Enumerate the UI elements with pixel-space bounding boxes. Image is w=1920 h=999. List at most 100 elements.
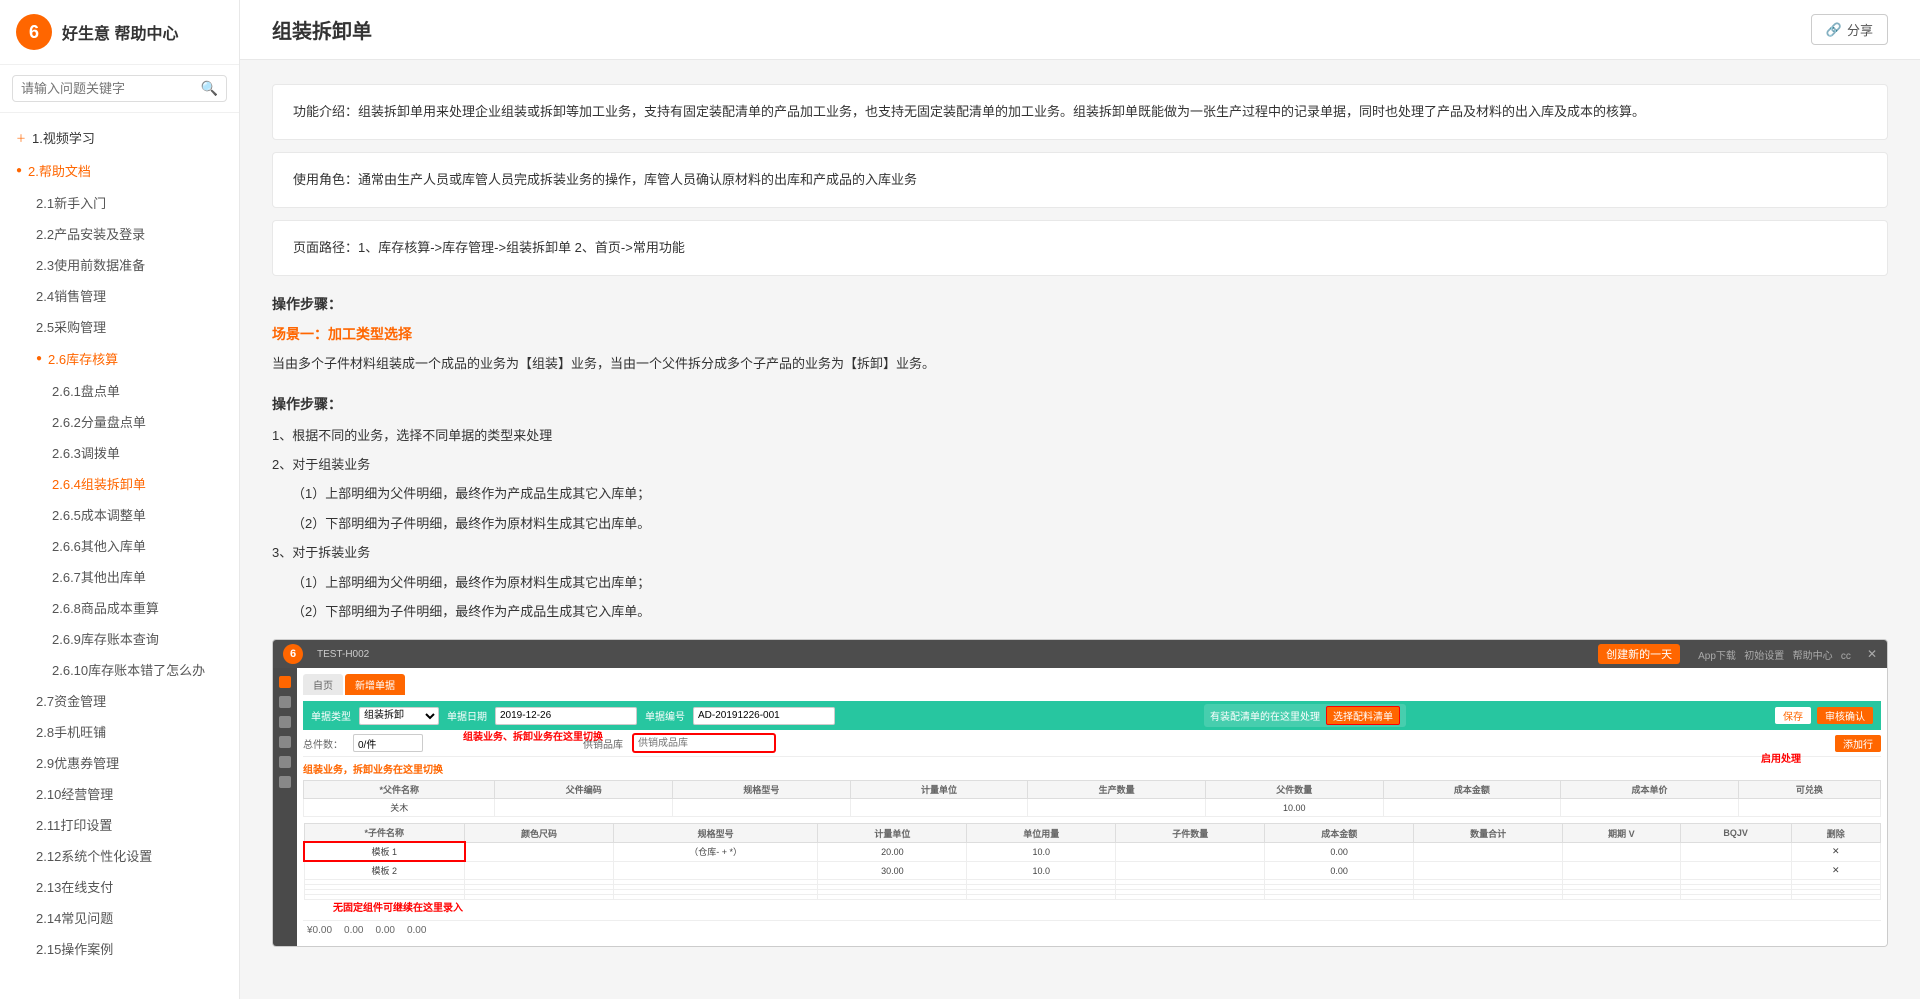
- mock-td-code: [495, 799, 673, 817]
- sidebar-item-print[interactable]: 2.11打印设置: [0, 809, 239, 840]
- sidebar-item-faq[interactable]: 2.14常见问题: [0, 902, 239, 933]
- mock-th-parent-code: 父件编码: [495, 781, 673, 799]
- mock-store-input[interactable]: [633, 734, 775, 752]
- mock-th-parent-name: *父件名称: [304, 781, 495, 799]
- mock-cnt-input[interactable]: [353, 734, 423, 752]
- mock-td-qty: 10.00: [1205, 799, 1383, 817]
- mock-date-input[interactable]: [495, 707, 637, 725]
- mock-lth-del: 删除: [1791, 824, 1880, 843]
- mock-ltd-spec2: [613, 861, 817, 880]
- mock-ltd-color1: [465, 842, 614, 861]
- sidebar-item-system-config[interactable]: 2.12系统个性化设置: [0, 840, 239, 871]
- mock-ltd-del2[interactable]: ✕: [1791, 861, 1880, 880]
- mock-ltd-unit1: 20.00: [818, 842, 967, 861]
- sidebar-item-finance[interactable]: 2.7资金管理: [0, 685, 239, 716]
- share-button[interactable]: 🔗 分享: [1811, 14, 1888, 45]
- mock-add-row-btn[interactable]: 添加行: [1835, 735, 1881, 752]
- mock-nav-icon-1: [279, 676, 291, 688]
- sidebar-item-ledger-query[interactable]: 2.6.9库存账本查询: [0, 623, 239, 654]
- sidebar-item-partial-stocktake[interactable]: 2.6.2分量盘点单: [0, 406, 239, 437]
- mock-type-select[interactable]: 组装拆卸: [359, 707, 439, 725]
- main-header: 组装拆卸单 🔗 分享: [240, 0, 1920, 60]
- sidebar-item-online-pay[interactable]: 2.13在线支付: [0, 871, 239, 902]
- mock-confirm-btn[interactable]: 审核确认: [1817, 707, 1873, 724]
- mock-ann3-label: 启用处理: [1761, 750, 1801, 765]
- sidebar-item-inventory[interactable]: ● 2.6库存核算: [0, 342, 239, 375]
- ops-heading: 操作步骤：: [272, 294, 1888, 314]
- mock-footer-total4: 0.00: [407, 925, 426, 936]
- sidebar-item-cost-recalc[interactable]: 2.6.8商品成本重算: [0, 592, 239, 623]
- mock-ltd-cost2: 0.00: [1265, 861, 1414, 880]
- intro-block: 功能介绍：组装拆卸单用来处理企业组装或拆卸等加工业务，支持有固定装配清单的产品加…: [272, 84, 1888, 140]
- sidebar-item-data-prep[interactable]: 2.3使用前数据准备: [0, 249, 239, 280]
- search-icon[interactable]: 🔍: [201, 80, 218, 97]
- step3: 3、对于拆装业务: [272, 541, 1888, 564]
- sidebar-item-stocktake[interactable]: 2.6.1盘点单: [0, 375, 239, 406]
- mock-ann4-label: 无固定组件可继续在这里录入: [333, 899, 463, 914]
- mock-nav-icon-3: [279, 716, 291, 728]
- intro-text: 功能介绍：组装拆卸单用来处理企业组装或拆卸等加工业务，支持有固定装配清单的产品加…: [293, 104, 1645, 119]
- sidebar-item-mobile[interactable]: 2.8手机旺铺: [0, 716, 239, 747]
- mock-ltd-bqjv2: [1680, 861, 1791, 880]
- path-block: 页面路径：1、库存核算->库存管理->组装拆卸单 2、首页->常用功能: [272, 220, 1888, 276]
- mock-ann2-label: 组装业务、拆卸业务在这里切换: [463, 728, 603, 743]
- mock-logo: 6: [283, 644, 303, 664]
- mock-close-icon[interactable]: ✕: [1867, 647, 1877, 661]
- mock-th-spec: 规格型号: [673, 781, 851, 799]
- mock-annotation-area: 有装配清单的在这里处理 选择配料清单: [1204, 704, 1406, 727]
- nav-group-1: ＋ 1.视频学习: [0, 121, 239, 154]
- sidebar-item-coupon[interactable]: 2.9优惠券管理: [0, 747, 239, 778]
- sidebar-item-other-out[interactable]: 2.6.7其他出库单: [0, 561, 239, 592]
- mock-save-btn[interactable]: 保存: [1775, 707, 1811, 724]
- step1: 1、根据不同的业务，选择不同单据的类型来处理: [272, 424, 1888, 447]
- main-content: 组装拆卸单 🔗 分享 功能介绍：组装拆卸单用来处理企业组装或拆卸等加工业务，支持…: [240, 0, 1920, 999]
- table-row: 模板 1 （仓库- + *） 20.00 10.0 0.00: [304, 842, 1881, 861]
- sidebar-item-cost-adj[interactable]: 2.6.5成本调整单: [0, 499, 239, 530]
- sidebar-item-purchase[interactable]: 2.5采购管理: [0, 311, 239, 342]
- mock-main-area: 自页 新增单据 单据类型 组装拆卸 单据日期 单据编号: [297, 668, 1887, 946]
- search-input[interactable]: [21, 81, 201, 96]
- sidebar-item-help-docs[interactable]: ● 2.帮助文档: [0, 154, 239, 187]
- mock-ltd-del1[interactable]: ✕: [1791, 842, 1880, 861]
- mock-footer-total2: 0.00: [344, 925, 363, 936]
- mock-td-pqty: [1028, 799, 1206, 817]
- mock-titlebar: 6 TEST-H002 创建新的一天 App下载 初始设置 帮助中心 cc ✕: [273, 640, 1887, 668]
- sidebar-item-other-in[interactable]: 2.6.6其他入库单: [0, 530, 239, 561]
- sidebar-item-new-user[interactable]: 2.1新手入门: [0, 187, 239, 218]
- arrow-open-icon: ●: [16, 165, 22, 176]
- mock-footer-total3: 0.00: [376, 925, 395, 936]
- path-text: 页面路径：1、库存核算->库存管理->组装拆卸单 2、首页->常用功能: [293, 240, 685, 255]
- step2-2: （2）下部明细为子件明细，最终作为原材料生成其它出库单。: [272, 512, 1888, 535]
- sidebar-item-transfer[interactable]: 2.6.3调拨单: [0, 437, 239, 468]
- sidebar-item-ledger-fix[interactable]: 2.6.10库存账本错了怎么办: [0, 654, 239, 685]
- role-block: 使用角色：通常由生产人员或库管人员完成拆装业务的操作，库管人员确认原材料的出库和…: [272, 152, 1888, 208]
- sidebar-item-cases[interactable]: 2.15操作案例: [0, 933, 239, 964]
- mock-nav-icon-6: [279, 776, 291, 788]
- sidebar-item-operations[interactable]: 2.10经营管理: [0, 778, 239, 809]
- mock-td-spec: [673, 799, 851, 817]
- logo-area: 6 好生意 帮助中心: [0, 0, 239, 65]
- mock-th-parent-qty: 父件数量: [1205, 781, 1383, 799]
- mock-lth-unit2: 计量单位: [818, 824, 967, 843]
- mock-num-input[interactable]: [693, 707, 835, 725]
- mock-tab-home[interactable]: 自页: [303, 674, 343, 695]
- mock-form-row-top: 单据类型 组装拆卸 单据日期 单据编号: [311, 707, 835, 725]
- mock-type-label: 单据类型: [311, 708, 351, 723]
- sidebar-item-sales[interactable]: 2.4销售管理: [0, 280, 239, 311]
- sidebar: 6 好生意 帮助中心 🔍 ＋ 1.视频学习 ● 2.帮助文档 2.1新手入门 2…: [0, 0, 240, 999]
- mock-ltd-qsum1: [1414, 842, 1563, 861]
- mock-ltd-bq2: [1563, 861, 1681, 880]
- mock-ltd-cqty2: [1116, 861, 1265, 880]
- mock-bill-btn[interactable]: 选择配料清单: [1326, 706, 1400, 725]
- sidebar-item-install[interactable]: 2.2产品安装及登录: [0, 218, 239, 249]
- mock-th-unit: 计量单位: [850, 781, 1028, 799]
- table-row: 模板 2 30.00 10.0 0.00: [304, 861, 1881, 880]
- sidebar-item-video[interactable]: ＋ 1.视频学习: [0, 121, 239, 154]
- mock-inner: 自页 新增单据 单据类型 组装拆卸 单据日期 单据编号: [273, 668, 1887, 946]
- sidebar-item-assembly[interactable]: 2.6.4组装拆卸单: [0, 468, 239, 499]
- mock-ltd-bqjv1: [1680, 842, 1791, 861]
- mock-new-day-btn[interactable]: 创建新的一天: [1598, 644, 1680, 664]
- mock-tab-new[interactable]: 新增单据: [345, 674, 405, 695]
- mock-ltd-usage1: 10.0: [967, 842, 1116, 861]
- arrow-open-icon-2: ●: [36, 353, 42, 364]
